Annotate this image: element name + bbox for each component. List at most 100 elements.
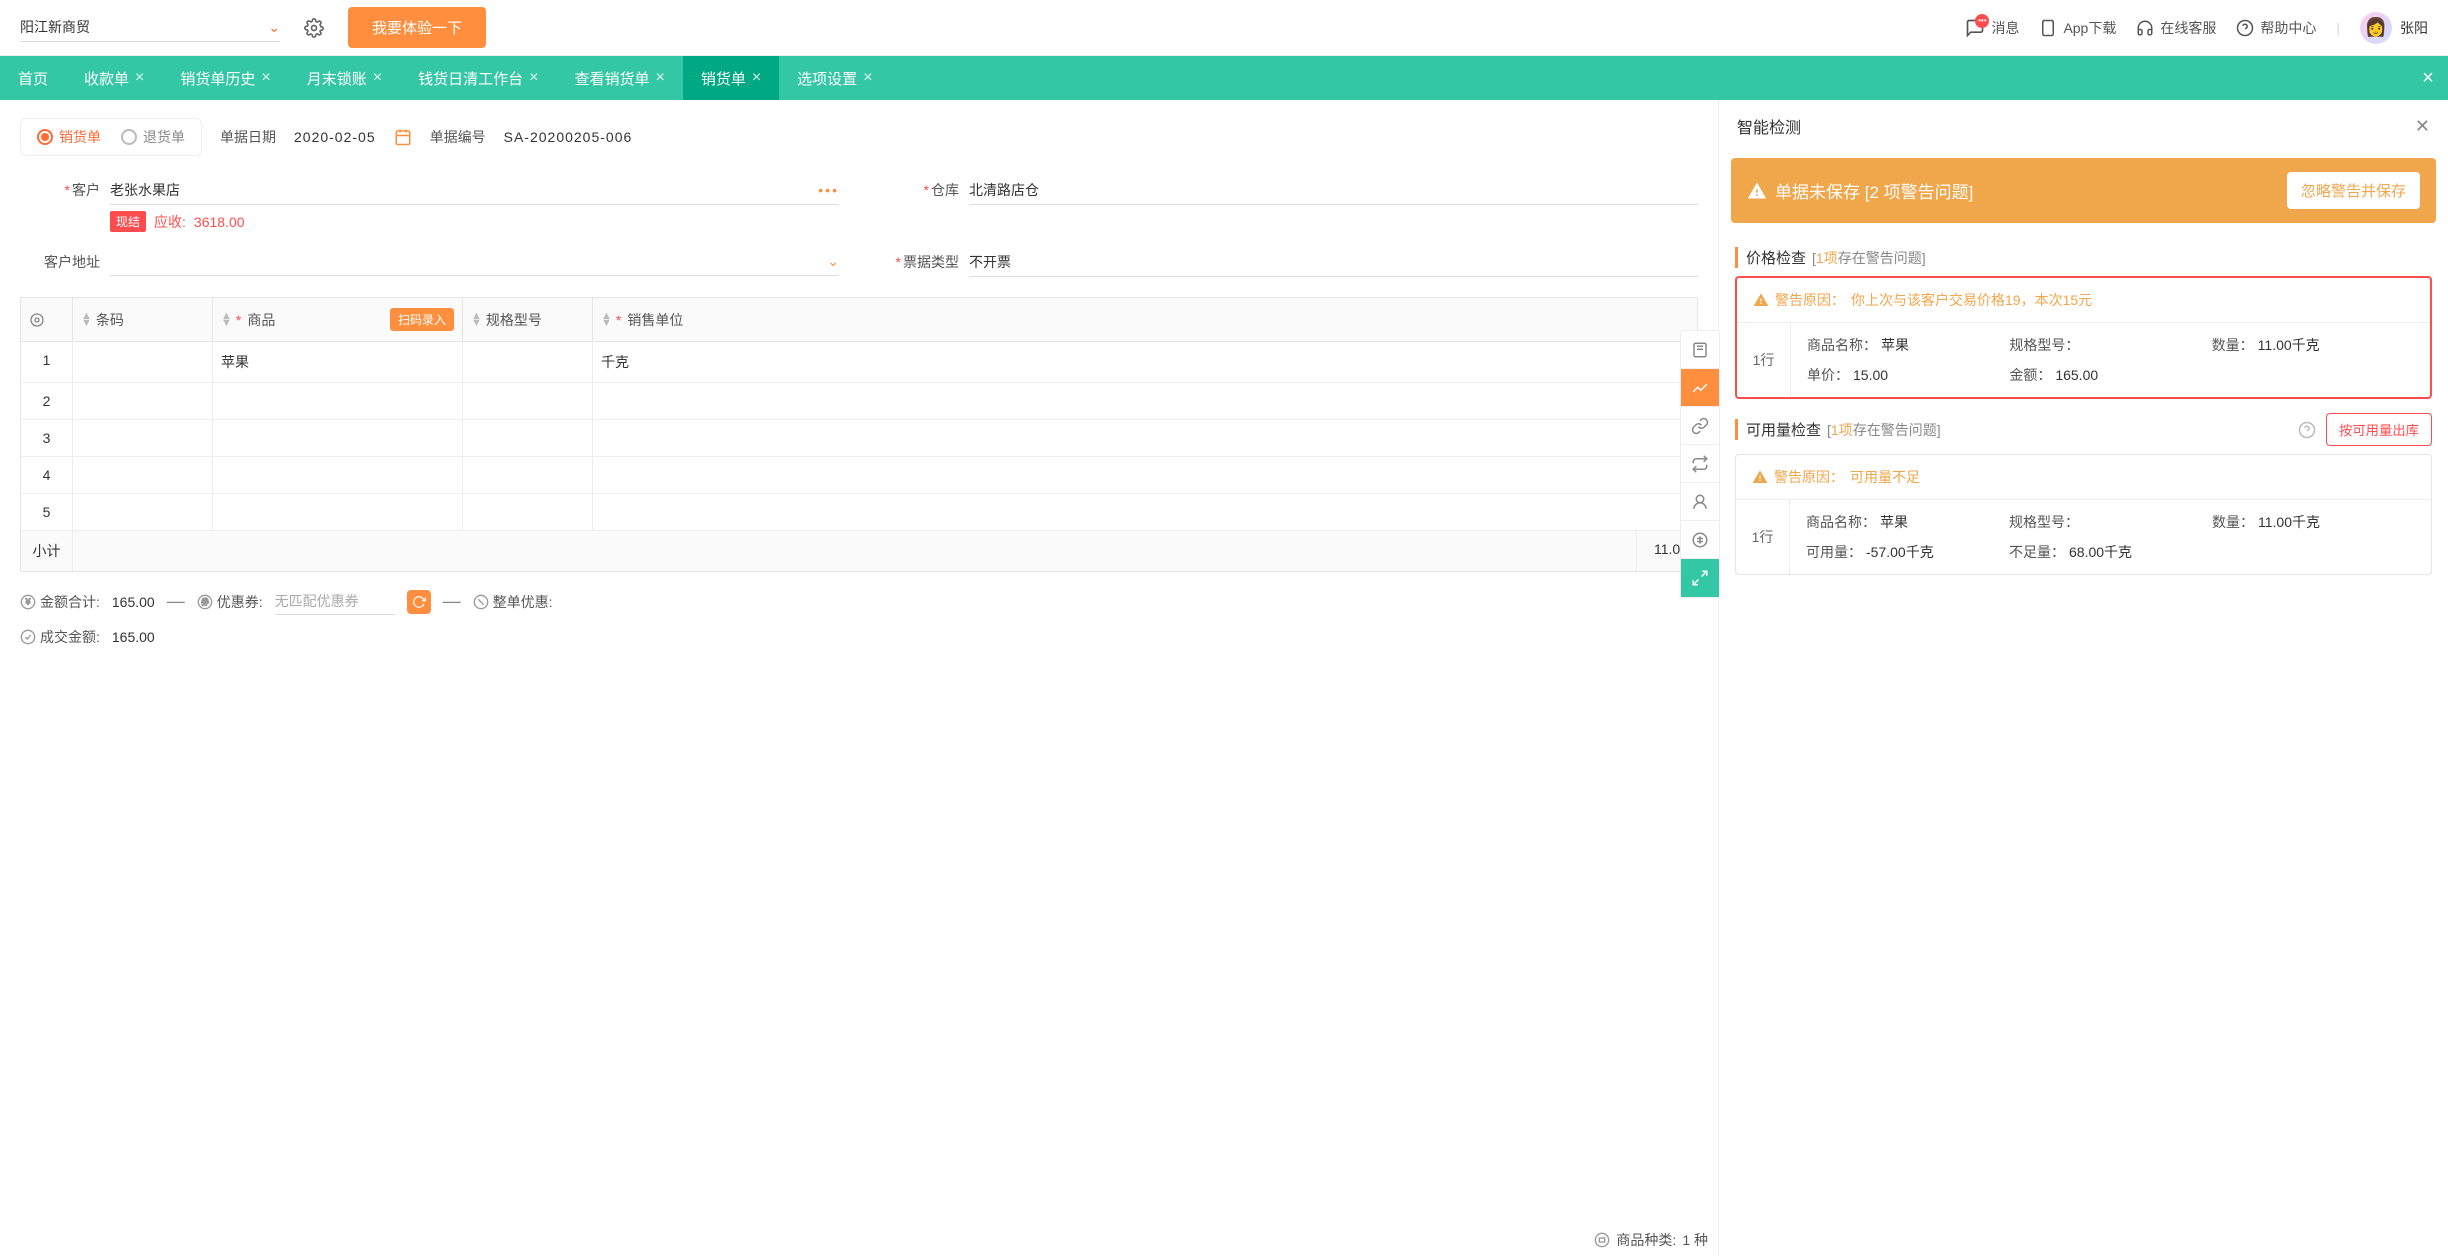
close-icon[interactable]: × xyxy=(135,69,144,87)
refresh-icon[interactable] xyxy=(407,590,431,614)
side-toolbar xyxy=(1680,330,1720,598)
mobile-icon xyxy=(2039,19,2057,37)
col-barcode[interactable]: ▲▼条码 xyxy=(73,298,213,341)
tool-sync-icon[interactable] xyxy=(1681,445,1719,483)
company-name: 阳江新商贸 xyxy=(20,17,90,37)
ar-value: 3618.00 xyxy=(194,214,245,230)
row-number: 1行 xyxy=(1737,323,1791,397)
warning-icon xyxy=(1752,469,1768,485)
close-icon[interactable]: ✕ xyxy=(2415,116,2430,137)
doc-no-label: 单据编号 xyxy=(430,127,486,147)
form-header: 销货单 退货单 单据日期 2020-02-05 单据编号 SA-20200205… xyxy=(20,100,1698,166)
tool-user-icon[interactable] xyxy=(1681,483,1719,521)
tab-view-sales[interactable]: 查看销货单× xyxy=(556,56,682,100)
row-number: 1行 xyxy=(1736,500,1790,574)
ar-label: 应收: xyxy=(154,212,186,232)
close-icon[interactable]: × xyxy=(752,69,761,87)
close-icon[interactable]: × xyxy=(863,69,872,87)
online-service-link[interactable]: 在线客服 xyxy=(2136,18,2216,38)
grid-footer: 小计 11.00 xyxy=(21,531,1697,571)
help-icon[interactable] xyxy=(2298,421,2316,439)
field-invoice: *票据类型 不开票 xyxy=(879,248,1698,277)
tab-sales-order[interactable]: 销货单× xyxy=(683,56,779,100)
close-icon[interactable]: × xyxy=(529,69,538,87)
warehouse-input[interactable]: 北清路店仓 xyxy=(969,176,1698,205)
messages-link[interactable]: ••• 消息 xyxy=(1965,18,2019,38)
sort-icon: ▲▼ xyxy=(221,313,232,327)
close-icon[interactable]: × xyxy=(261,69,270,87)
user-menu[interactable]: 👩 张阳 xyxy=(2360,12,2428,44)
app-download-link[interactable]: App下载 xyxy=(2039,18,2116,38)
table-row[interactable]: 3 xyxy=(21,420,1697,457)
coupon-input[interactable]: 无匹配优惠券 xyxy=(275,588,395,615)
tool-money-icon[interactable] xyxy=(1681,521,1719,559)
final-amount: 165.00 xyxy=(112,629,155,645)
doc-date-label: 单据日期 xyxy=(220,127,276,147)
tab-receipt[interactable]: 收款单× xyxy=(66,56,162,100)
scan-button[interactable]: 扫码录入 xyxy=(390,308,454,331)
output-by-avail-button[interactable]: 按可用量出库 xyxy=(2326,413,2432,446)
trial-button[interactable]: 我要体验一下 xyxy=(348,7,486,48)
chevron-down-icon: ⌄ xyxy=(268,19,280,36)
tab-sales-history[interactable]: 销货单历史× xyxy=(162,56,288,100)
calendar-icon[interactable] xyxy=(394,128,412,146)
tab-month-lock[interactable]: 月末锁账× xyxy=(289,56,400,100)
form-fields: *客户 老张水果店 ••• 现结 应收: 3618.00 *仓库 北清路店 xyxy=(20,166,1698,297)
table-row[interactable]: 2 xyxy=(21,383,1697,420)
tool-analysis-icon[interactable] xyxy=(1681,369,1719,407)
col-product[interactable]: ▲▼*商品扫码录入 xyxy=(213,298,463,341)
cash-badge: 现结 xyxy=(110,211,146,232)
main-split: 销货单 退货单 单据日期 2020-02-05 单据编号 SA-20200205… xyxy=(0,100,2448,1256)
tab-home[interactable]: 首页 xyxy=(0,56,66,100)
tab-options[interactable]: 选项设置× xyxy=(779,56,890,100)
radio-return-order[interactable]: 退货单 xyxy=(121,127,185,147)
warning-banner: 单据未保存 [2 项警告问题] 忽略警告并保存 xyxy=(1731,158,2436,223)
customer-input[interactable]: 老张水果店 ••• xyxy=(110,176,839,205)
radio-off-icon xyxy=(121,129,137,145)
subtotal-label: 小计 xyxy=(21,531,73,571)
tab-daily-console[interactable]: 钱货日清工作台× xyxy=(400,56,556,100)
minus-icon: — xyxy=(443,591,461,612)
more-icon[interactable]: ••• xyxy=(818,182,839,198)
right-pane-header: 智能检测 ✕ xyxy=(1719,100,2448,152)
address-input[interactable]: ⌄ xyxy=(110,248,839,276)
tool-note-icon[interactable] xyxy=(1681,331,1719,369)
ignore-save-button[interactable]: 忽略警告并保存 xyxy=(2287,172,2420,209)
chevron-down-icon: ⌄ xyxy=(827,253,839,270)
bottom-stats: 商品种类: 1 种 xyxy=(1594,1230,1708,1250)
doc-no-value: SA-20200205-006 xyxy=(504,129,633,145)
close-all-tabs[interactable]: × xyxy=(2408,56,2448,100)
close-icon[interactable]: × xyxy=(373,69,382,87)
final-amount-label: 成交金额: xyxy=(20,627,100,647)
line-items-grid: ▲▼条码 ▲▼*商品扫码录入 ▲▼规格型号 ▲▼*销售单位 1苹果千克 2 3 … xyxy=(20,297,1698,572)
right-pane: 智能检测 ✕ 单据未保存 [2 项警告问题] 忽略警告并保存 价格检查 [1项存… xyxy=(1718,100,2448,1256)
help-center-link[interactable]: 帮助中心 xyxy=(2236,18,2316,38)
doc-date-value[interactable]: 2020-02-05 xyxy=(294,129,376,145)
order-discount-label: 整单优惠: xyxy=(473,592,553,612)
table-row[interactable]: 4 xyxy=(21,457,1697,494)
order-type-switch: 销货单 退货单 xyxy=(20,118,202,156)
col-unit[interactable]: ▲▼*销售单位 xyxy=(593,298,723,341)
tool-link-icon[interactable] xyxy=(1681,407,1719,445)
totals-area: ¥ 金额合计: 165.00 — 券 优惠券: 无匹配优惠券 — 整单优惠: xyxy=(20,572,1698,663)
expand-icon[interactable] xyxy=(1681,559,1719,597)
tab-nav: 首页 收款单× 销货单历史× 月末锁账× 钱货日清工作台× 查看销货单× 销货单… xyxy=(0,56,2448,100)
svg-text:券: 券 xyxy=(201,597,209,606)
field-address: 客户地址 ⌄ xyxy=(20,248,839,277)
coupon-label: 券 优惠券: xyxy=(197,592,263,612)
sort-icon: ▲▼ xyxy=(471,313,482,327)
gear-icon[interactable] xyxy=(300,14,328,42)
help-icon xyxy=(2236,19,2254,37)
grid-settings[interactable] xyxy=(21,298,73,341)
warning-icon xyxy=(1747,181,1767,201)
price-warning-card: 警告原因： 你上次与该客户交易价格19，本次15元 1行 商品名称：苹果 规格型… xyxy=(1735,276,2432,399)
radio-sales-order[interactable]: 销货单 xyxy=(37,127,101,147)
minus-icon: — xyxy=(167,591,185,612)
table-row[interactable]: 5 xyxy=(21,494,1697,531)
close-icon[interactable]: × xyxy=(655,69,664,87)
table-row[interactable]: 1苹果千克 xyxy=(21,342,1697,383)
col-spec[interactable]: ▲▼规格型号 xyxy=(463,298,593,341)
company-select[interactable]: 阳江新商贸 ⌄ xyxy=(20,13,280,42)
invoice-input[interactable]: 不开票 xyxy=(969,248,1698,277)
badge-dot-icon: ••• xyxy=(1975,14,1989,28)
